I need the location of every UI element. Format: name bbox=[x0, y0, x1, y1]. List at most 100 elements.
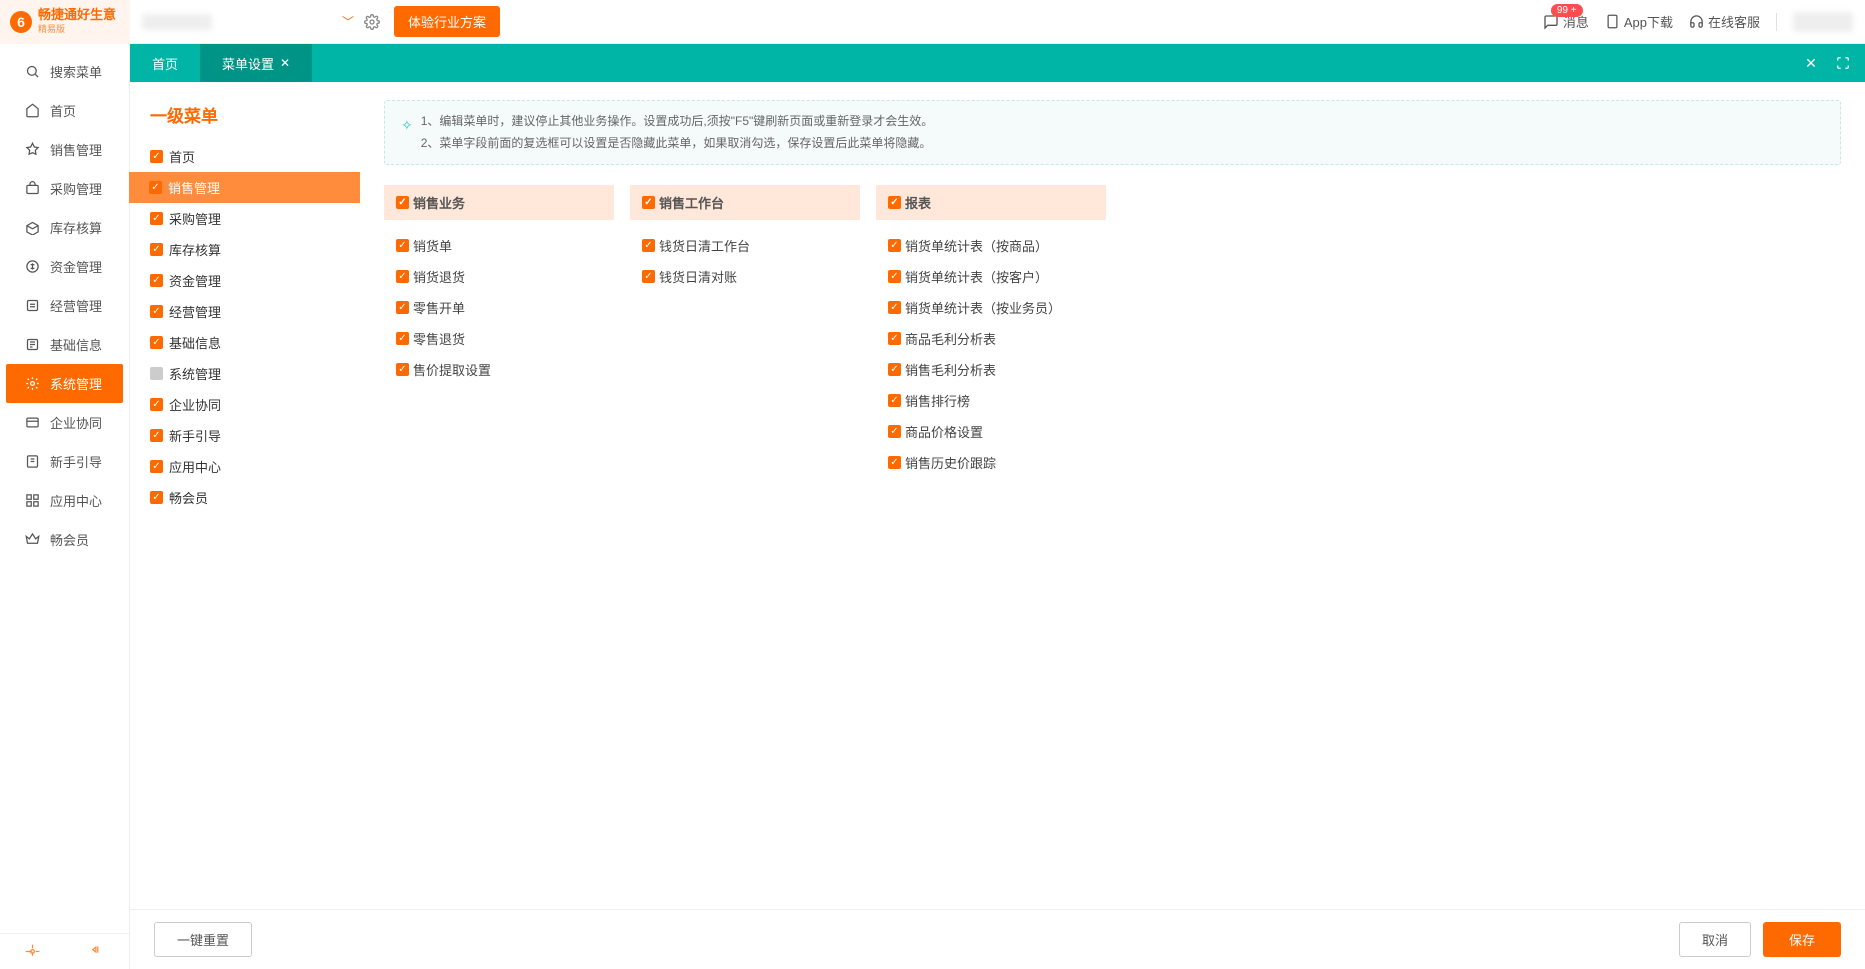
checkbox-icon[interactable] bbox=[150, 212, 163, 225]
group-item[interactable]: 销货退货 bbox=[396, 261, 602, 292]
close-icon[interactable]: ✕ bbox=[280, 56, 290, 70]
sidebar-item-guide[interactable]: 新手引导 bbox=[0, 442, 129, 481]
checkbox-icon[interactable] bbox=[888, 239, 901, 252]
checkbox-icon[interactable] bbox=[150, 491, 163, 504]
checkbox-icon[interactable] bbox=[396, 332, 409, 345]
level1-item-label: 新手引导 bbox=[169, 426, 221, 445]
level1-item[interactable]: 首页 bbox=[130, 141, 360, 172]
checkbox-icon[interactable] bbox=[642, 270, 655, 283]
group-item-label: 销售毛利分析表 bbox=[905, 360, 996, 379]
sidebar-item-info[interactable]: 基础信息 bbox=[0, 325, 129, 364]
sidebar-item-collab[interactable]: 企业协同 bbox=[0, 403, 129, 442]
sidebar-item-label: 销售管理 bbox=[50, 140, 102, 159]
tab-menu-settings[interactable]: 菜单设置 ✕ bbox=[200, 44, 312, 82]
user-avatar[interactable] bbox=[1793, 12, 1853, 32]
level1-item[interactable]: 销售管理 bbox=[129, 172, 360, 203]
level1-item-label: 企业协同 bbox=[169, 395, 221, 414]
group-header[interactable]: 销售业务 bbox=[384, 185, 614, 220]
company-selector[interactable]: ﹀ bbox=[142, 13, 364, 30]
sidebar-settings-icon[interactable] bbox=[25, 944, 40, 959]
level1-item[interactable]: 应用中心 bbox=[130, 451, 360, 482]
checkbox-icon[interactable] bbox=[150, 150, 163, 163]
checkbox-icon[interactable] bbox=[888, 332, 901, 345]
group-item[interactable]: 钱货日清工作台 bbox=[642, 230, 848, 261]
sidebar-item-sales[interactable]: 销售管理 bbox=[0, 130, 129, 169]
checkbox-icon[interactable] bbox=[888, 301, 901, 314]
checkbox-icon[interactable] bbox=[150, 460, 163, 473]
group-item[interactable]: 零售开单 bbox=[396, 292, 602, 323]
checkbox-icon[interactable] bbox=[150, 243, 163, 256]
level1-item[interactable]: 资金管理 bbox=[130, 265, 360, 296]
fullscreen-icon[interactable] bbox=[1831, 51, 1855, 75]
sidebar-collapse-icon[interactable] bbox=[89, 944, 104, 959]
sidebar-item-fund[interactable]: 资金管理 bbox=[0, 247, 129, 286]
checkbox-icon[interactable] bbox=[149, 181, 162, 194]
group-item[interactable]: 销货单统计表（按业务员） bbox=[888, 292, 1094, 323]
checkbox-icon[interactable] bbox=[150, 336, 163, 349]
sidebar-item-apps[interactable]: 应用中心 bbox=[0, 481, 129, 520]
group-item[interactable]: 销货单统计表（按商品） bbox=[888, 230, 1094, 261]
checkbox-icon[interactable] bbox=[642, 196, 655, 209]
cancel-button[interactable]: 取消 bbox=[1679, 922, 1751, 957]
level1-item[interactable]: 系统管理 bbox=[130, 358, 360, 389]
checkbox-icon[interactable] bbox=[150, 367, 163, 380]
sidebar-item-biz[interactable]: 经营管理 bbox=[0, 286, 129, 325]
sidebar-item-settings[interactable]: 系统管理 bbox=[6, 364, 123, 403]
checkbox-icon[interactable] bbox=[150, 429, 163, 442]
checkbox-icon[interactable] bbox=[396, 301, 409, 314]
gear-icon[interactable] bbox=[364, 14, 380, 30]
tab-bar: 首页 菜单设置 ✕ ✕ bbox=[130, 44, 1865, 82]
checkbox-icon[interactable] bbox=[642, 239, 655, 252]
checkbox-icon[interactable] bbox=[888, 196, 901, 209]
group-item[interactable]: 钱货日清对账 bbox=[642, 261, 848, 292]
tab-close-all-icon[interactable]: ✕ bbox=[1799, 51, 1823, 75]
group-item[interactable]: 销货单统计表（按客户） bbox=[888, 261, 1094, 292]
group-item-label: 销售历史价跟踪 bbox=[905, 453, 996, 472]
group-item[interactable]: 商品毛利分析表 bbox=[888, 323, 1094, 354]
level1-item[interactable]: 基础信息 bbox=[130, 327, 360, 358]
home-icon bbox=[24, 103, 40, 119]
checkbox-icon[interactable] bbox=[150, 274, 163, 287]
tab-menu-settings-label: 菜单设置 bbox=[222, 54, 274, 73]
group-item[interactable]: 售价提取设置 bbox=[396, 354, 602, 385]
messages-link[interactable]: 99 + 消息 bbox=[1543, 12, 1589, 31]
group-item[interactable]: 销售排行榜 bbox=[888, 385, 1094, 416]
group-item[interactable]: 销售毛利分析表 bbox=[888, 354, 1094, 385]
sidebar-item-search[interactable]: 搜索菜单 bbox=[0, 52, 129, 91]
group-item[interactable]: 销货单 bbox=[396, 230, 602, 261]
sidebar-item-purchase[interactable]: 采购管理 bbox=[0, 169, 129, 208]
checkbox-icon[interactable] bbox=[396, 196, 409, 209]
group-header[interactable]: 销售工作台 bbox=[630, 185, 860, 220]
checkbox-icon[interactable] bbox=[888, 456, 901, 469]
group-item[interactable]: 零售退货 bbox=[396, 323, 602, 354]
level1-item[interactable]: 采购管理 bbox=[130, 203, 360, 234]
level1-item[interactable]: 经营管理 bbox=[130, 296, 360, 327]
sidebar-item-home[interactable]: 首页 bbox=[0, 91, 129, 130]
group-item[interactable]: 商品价格设置 bbox=[888, 416, 1094, 447]
checkbox-icon[interactable] bbox=[150, 398, 163, 411]
checkbox-icon[interactable] bbox=[396, 239, 409, 252]
reset-button[interactable]: 一键重置 bbox=[154, 922, 252, 957]
checkbox-icon[interactable] bbox=[888, 425, 901, 438]
checkbox-icon[interactable] bbox=[396, 270, 409, 283]
checkbox-icon[interactable] bbox=[888, 363, 901, 376]
group-header[interactable]: 报表 bbox=[876, 185, 1106, 220]
group-item-label: 销货单 bbox=[413, 236, 452, 255]
group-item[interactable]: 销售历史价跟踪 bbox=[888, 447, 1094, 478]
app-download-link[interactable]: App下载 bbox=[1605, 12, 1673, 31]
level1-item[interactable]: 新手引导 bbox=[130, 420, 360, 451]
sidebar-item-stock[interactable]: 库存核算 bbox=[0, 208, 129, 247]
industry-plan-button[interactable]: 体验行业方案 bbox=[394, 6, 500, 37]
sidebar-item-vip[interactable]: 畅会员 bbox=[0, 520, 129, 559]
level1-item[interactable]: 企业协同 bbox=[130, 389, 360, 420]
level1-item[interactable]: 库存核算 bbox=[130, 234, 360, 265]
checkbox-icon[interactable] bbox=[396, 363, 409, 376]
level1-item[interactable]: 畅会员 bbox=[130, 482, 360, 513]
save-button[interactable]: 保存 bbox=[1763, 922, 1841, 957]
sidebar-item-label: 首页 bbox=[50, 101, 76, 120]
checkbox-icon[interactable] bbox=[888, 394, 901, 407]
checkbox-icon[interactable] bbox=[150, 305, 163, 318]
online-service-link[interactable]: 在线客服 bbox=[1689, 12, 1760, 31]
tab-home[interactable]: 首页 bbox=[130, 44, 200, 82]
checkbox-icon[interactable] bbox=[888, 270, 901, 283]
